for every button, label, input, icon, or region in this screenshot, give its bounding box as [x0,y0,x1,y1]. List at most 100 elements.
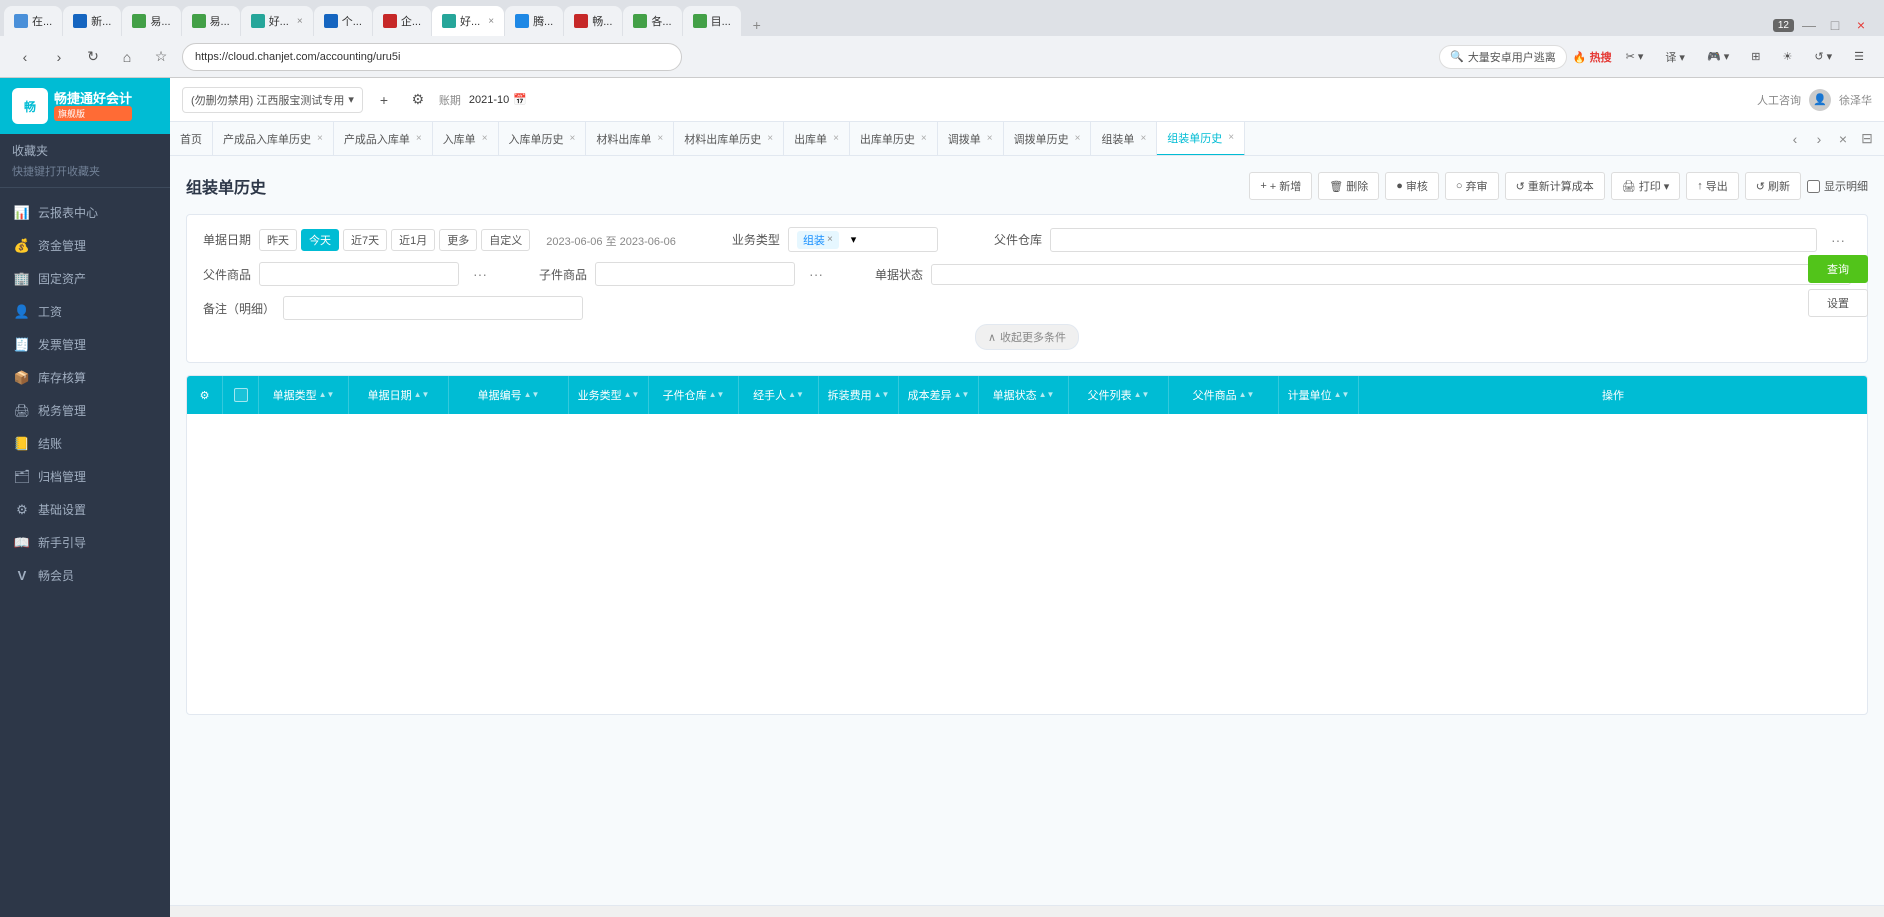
close-tab-outbound-history[interactable]: × [921,133,927,144]
browser-tab-2[interactable]: 新... [63,6,121,36]
date-btn-yesterday[interactable]: 昨天 [259,229,297,251]
close-tab-inbound-history[interactable]: × [570,133,576,144]
tab-transfer-history[interactable]: 调拨单历史 × [1004,122,1092,156]
close-tab-finished-goods[interactable]: × [416,133,422,144]
remove-biz-type-tag[interactable]: × [827,234,833,245]
game-btn[interactable]: 🎮 ▾ [1699,47,1737,66]
close-tab-material-outbound-history[interactable]: × [767,133,773,144]
date-btn-custom[interactable]: 自定义 [481,229,530,251]
add-company-btn[interactable]: + [371,87,397,113]
sidebar-item-archive[interactable]: 🗂 归档管理 [0,460,170,493]
col-parent-goods[interactable]: 父件商品 ▲▼ [1169,376,1279,414]
close-tab-transfer-history[interactable]: × [1075,133,1081,144]
bill-status-dropdown[interactable]: ▾ [931,264,1851,285]
col-bill-type[interactable]: 单据类型 ▲▼ [259,376,349,414]
date-btn-1month[interactable]: 近1月 [391,229,435,251]
browser-tab-3[interactable]: 易... [122,6,180,36]
bottom-scrollbar[interactable] [170,905,1884,917]
bookmark-button[interactable]: ☆ [148,44,174,70]
back-button[interactable]: ‹ [12,44,38,70]
browser-tab-1[interactable]: 在... [4,6,62,36]
close-tab-transfer[interactable]: × [987,133,993,144]
close-tab-material-outbound[interactable]: × [657,133,663,144]
query-button[interactable]: 查询 [1808,255,1868,283]
close-tab-assembly[interactable]: × [1140,133,1146,144]
tab-material-outbound-history[interactable]: 材料出库单历史 × [674,122,784,156]
cut-tool-btn[interactable]: ✂ ▾ [1618,47,1652,66]
biz-type-dropdown[interactable]: ▾ [843,230,923,249]
browser-tab-7[interactable]: 企... [373,6,431,36]
close-tab-assembly-history[interactable]: × [1228,132,1234,143]
col-biz-type[interactable]: 业务类型 ▲▼ [569,376,649,414]
tab-outbound[interactable]: 出库单 × [784,122,850,156]
company-selector[interactable]: (勿删勿禁用) 江西服宝测试专用 ▾ [182,87,363,113]
child-goods-input[interactable] [595,262,795,286]
export-button[interactable]: ↑ 导出 [1686,172,1739,200]
sidebar-item-invoice[interactable]: 🧾 发票管理 [0,328,170,361]
col-handler[interactable]: 经手人 ▲▼ [739,376,819,414]
parent-goods-ellipsis[interactable]: ··· [467,264,493,284]
tab-home[interactable]: 首页 [170,122,213,156]
sidebar-item-tax[interactable]: 🖨 税务管理 [0,394,170,427]
favorites-shortcut[interactable]: 快捷键打开收藏夹 [12,163,158,179]
browser-tab-11[interactable]: 各... [623,6,681,36]
col-bill-status[interactable]: 单据状态 ▲▼ [979,376,1069,414]
sidebar-item-reports[interactable]: 📊 云报表中心 [0,196,170,229]
sidebar-item-inventory[interactable]: 📦 库存核算 [0,361,170,394]
tab-close-current-btn[interactable]: × [1832,128,1854,150]
tab-more-btn[interactable]: ⊟ [1856,128,1878,150]
tab-outbound-history[interactable]: 出库单历史 × [850,122,938,156]
remarks-input[interactable] [283,296,583,320]
browser-tab-6[interactable]: 个... [314,6,372,36]
show-detail-checkbox[interactable]: 显示明细 [1807,178,1868,194]
tab-inbound[interactable]: 入库单 × [433,122,499,156]
child-goods-ellipsis[interactable]: ··· [803,264,829,284]
date-btn-more[interactable]: 更多 [439,229,477,251]
forward-button[interactable]: › [46,44,72,70]
sidebar-item-payroll[interactable]: 👤 工资 [0,295,170,328]
biz-type-input[interactable]: 组装 × ▾ [788,227,938,252]
close-tab-outbound[interactable]: × [833,133,839,144]
close-tab-inbound[interactable]: × [482,133,488,144]
tab-assembly[interactable]: 组装单 × [1091,122,1157,156]
grid-btn[interactable]: ⊞ [1743,47,1768,66]
col-bill-date[interactable]: 单据日期 ▲▼ [349,376,449,414]
username[interactable]: 徐泽华 [1839,92,1872,108]
customer-service-btn[interactable]: 人工咨询 [1757,92,1801,108]
print-button[interactable]: 🖨 打印 ▾ [1611,172,1681,200]
show-detail-input[interactable] [1807,180,1820,193]
add-button[interactable]: + + 新增 [1249,172,1312,200]
maximize-button[interactable]: □ [1824,14,1846,36]
tab-prev-btn[interactable]: ‹ [1784,128,1806,150]
menu-btn[interactable]: ☰ [1846,47,1872,66]
home-button[interactable]: ⌂ [114,44,140,70]
col-sub-wh[interactable]: 子件仓库 ▲▼ [649,376,739,414]
minimize-button[interactable]: — [1798,14,1820,36]
undo-btn[interactable]: ↺ ▾ [1806,47,1840,66]
browser-tab-12[interactable]: 目... [683,6,741,36]
parent-wh-input[interactable] [1050,228,1817,252]
browser-tab-10[interactable]: 畅... [564,6,622,36]
col-settings[interactable]: ⚙ [187,376,223,414]
audit-button[interactable]: ● 审核 [1385,172,1439,200]
browser-tab-4[interactable]: 易... [182,6,240,36]
tab-finished-goods-history[interactable]: 产成品入库单历史 × [213,122,334,156]
new-tab-button[interactable]: + [746,14,768,36]
sidebar-item-assets[interactable]: 🏢 固定资产 [0,262,170,295]
col-parent-list[interactable]: 父件列表 ▲▼ [1069,376,1169,414]
tab-material-outbound[interactable]: 材料出库单 × [586,122,674,156]
sidebar-item-member[interactable]: V 畅会员 [0,559,170,592]
tab-next-btn[interactable]: › [1808,128,1830,150]
parent-wh-ellipsis[interactable]: ··· [1825,230,1851,250]
company-settings-btn[interactable]: ⚙ [405,87,431,113]
sun-btn[interactable]: ☀ [1774,47,1800,66]
sidebar-item-funds[interactable]: 💰 资金管理 [0,229,170,262]
browser-tab-5[interactable]: 好... × [241,6,313,36]
tab-assembly-history[interactable]: 组装单历史 × [1157,122,1245,156]
sidebar-item-settings[interactable]: ⚙ 基础设置 [0,493,170,526]
col-checkbox[interactable] [223,376,259,414]
browser-tab-8[interactable]: 好... × [432,6,504,36]
tab-transfer[interactable]: 调拨单 × [938,122,1004,156]
reload-button[interactable]: ↻ [80,44,106,70]
col-dis-fee[interactable]: 拆装费用 ▲▼ [819,376,899,414]
